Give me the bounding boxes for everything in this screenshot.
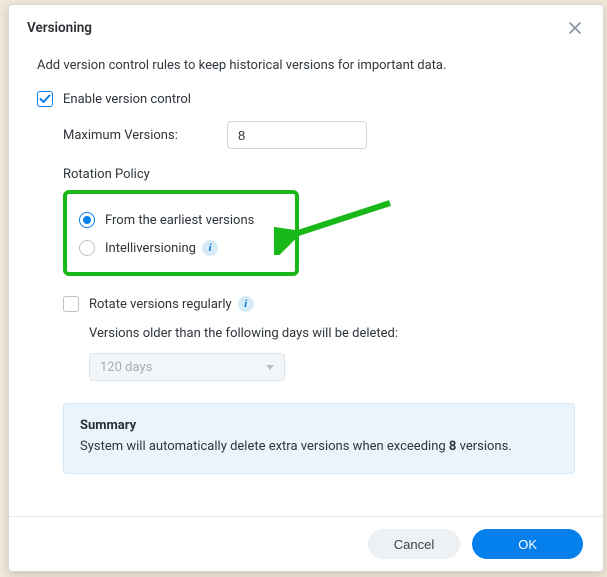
summary-prefix: System will automatically delete extra v… [80, 439, 449, 454]
cancel-button[interactable]: Cancel [368, 529, 460, 559]
rotate-regularly-checkbox[interactable] [63, 296, 79, 312]
summary-suffix: versions. [456, 439, 511, 454]
ok-button[interactable]: OK [472, 529, 583, 559]
max-versions-label: Maximum Versions: [63, 128, 227, 143]
dialog-content: Add version control rules to keep histor… [9, 48, 603, 516]
radio-row-earliest: From the earliest versions [79, 208, 283, 232]
summary-title: Summary [80, 418, 558, 433]
enable-row: Enable version control [37, 91, 575, 107]
versioning-dialog: Versioning Add version control rules to … [8, 4, 604, 572]
days-select-value: 120 days [100, 360, 152, 375]
radio-intelli[interactable] [79, 240, 95, 256]
max-versions-row: Maximum Versions: [63, 121, 575, 149]
close-button[interactable] [565, 18, 585, 38]
info-icon[interactable]: i [202, 240, 218, 256]
dialog-footer: Cancel OK [9, 516, 603, 571]
rotate-sub-indent: Versions older than the following days w… [63, 326, 575, 381]
rotation-policy-group: From the earliest versions Intelliversio… [63, 190, 299, 276]
summary-text: System will automatically delete extra v… [80, 437, 558, 457]
check-icon [39, 93, 51, 105]
radio-row-intelli: Intelliversioning i [79, 236, 283, 260]
enable-checkbox[interactable] [37, 91, 53, 107]
chevron-down-icon [266, 365, 274, 370]
settings-indent: Maximum Versions: Rotation Policy From t… [37, 121, 575, 474]
description-text: Add version control rules to keep histor… [37, 58, 575, 73]
radio-earliest[interactable] [79, 212, 95, 228]
older-than-label: Versions older than the following days w… [89, 326, 575, 341]
info-icon[interactable]: i [238, 296, 254, 312]
rotate-regularly-label: Rotate versions regularly [89, 297, 232, 312]
close-icon [569, 22, 581, 34]
max-versions-input[interactable] [227, 121, 367, 149]
enable-label: Enable version control [63, 92, 191, 107]
rotate-regularly-row: Rotate versions regularly i [63, 296, 575, 312]
days-select: 120 days [89, 353, 285, 381]
radio-earliest-label: From the earliest versions [105, 213, 254, 228]
summary-box: Summary System will automatically delete… [63, 403, 575, 474]
radio-intelli-label: Intelliversioning [105, 241, 196, 256]
rotation-policy-label: Rotation Policy [63, 167, 575, 182]
dialog-title: Versioning [27, 20, 92, 36]
titlebar: Versioning [9, 5, 603, 48]
